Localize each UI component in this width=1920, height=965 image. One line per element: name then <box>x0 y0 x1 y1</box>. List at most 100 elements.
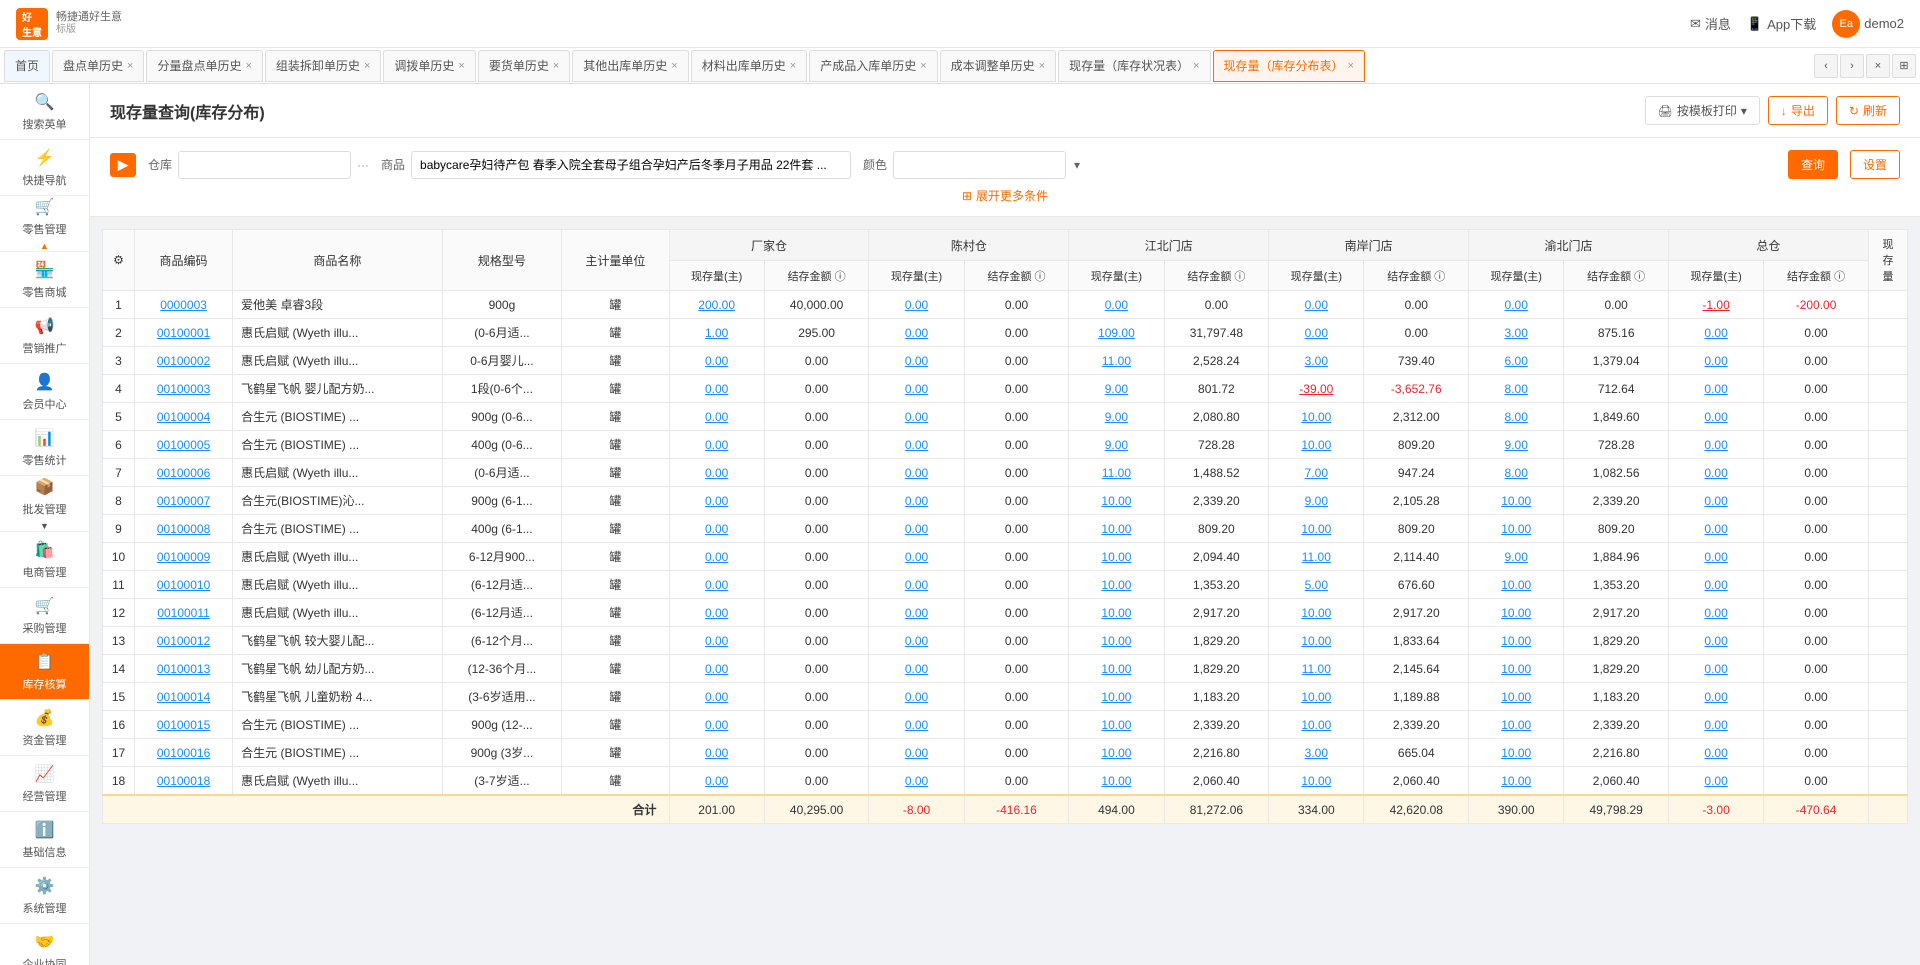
row-c-stock[interactable]: 0.00 <box>869 431 964 459</box>
th-settings[interactable]: ⚙ <box>103 230 135 291</box>
row-na-stock[interactable]: 10.00 <box>1269 403 1364 431</box>
row-f-stock[interactable]: 0.00 <box>669 431 764 459</box>
sidebar-item-wholesale[interactable]: 📦 批发管理 ▼ <box>0 476 89 532</box>
row-yb-stock[interactable]: 10.00 <box>1469 655 1564 683</box>
warehouse-more-icon[interactable]: ··· <box>357 158 369 172</box>
row-f-stock[interactable]: 0.00 <box>669 711 764 739</box>
row-c-stock[interactable]: 0.00 <box>869 375 964 403</box>
row-code[interactable]: 00100011 <box>135 599 233 627</box>
close-icon[interactable]: × <box>127 60 133 72</box>
row-yb-stock[interactable]: 10.00 <box>1469 599 1564 627</box>
sidebar-item-quicknav[interactable]: ⚡ 快捷导航 <box>0 140 89 196</box>
row-t-stock[interactable]: 0.00 <box>1668 487 1763 515</box>
tab-zuhe[interactable]: 组装拆卸单历史 × <box>265 50 381 82</box>
row-yb-stock[interactable]: 10.00 <box>1469 627 1564 655</box>
close-icon[interactable]: × <box>1348 60 1354 72</box>
row-f-stock[interactable]: 200.00 <box>669 291 764 319</box>
row-jb-stock[interactable]: 10.00 <box>1069 739 1164 767</box>
row-t-stock[interactable]: 0.00 <box>1668 711 1763 739</box>
row-code[interactable]: 00100012 <box>135 627 233 655</box>
row-c-stock[interactable]: 0.00 <box>869 767 964 796</box>
tab-current[interactable]: 现存量（库存分布表） × <box>1213 50 1365 82</box>
warehouse-input[interactable] <box>178 151 351 179</box>
row-f-stock[interactable]: 0.00 <box>669 543 764 571</box>
sidebar-item-retail-shop[interactable]: 🏪 零售商城 <box>0 252 89 308</box>
expand-filter-btn[interactable]: ▶ <box>110 153 136 177</box>
row-yb-stock[interactable]: 10.00 <box>1469 683 1564 711</box>
row-na-stock[interactable]: 11.00 <box>1269 655 1364 683</box>
sidebar-item-inventory[interactable]: 📋 库存核算 <box>0 644 89 700</box>
row-jb-stock[interactable]: 10.00 <box>1069 683 1164 711</box>
close-icon[interactable]: × <box>790 60 796 72</box>
row-code[interactable]: 00100009 <box>135 543 233 571</box>
sidebar-item-enterprise[interactable]: 🤝 企业协同 <box>0 924 89 965</box>
row-t-stock[interactable]: 0.00 <box>1668 571 1763 599</box>
row-jb-stock[interactable]: 10.00 <box>1069 627 1164 655</box>
row-code[interactable]: 00100006 <box>135 459 233 487</box>
row-t-stock[interactable]: 0.00 <box>1668 431 1763 459</box>
row-na-stock[interactable]: 10.00 <box>1269 683 1364 711</box>
row-code[interactable]: 00100001 <box>135 319 233 347</box>
row-f-stock[interactable]: 0.00 <box>669 767 764 796</box>
tab-cailiaochu[interactable]: 材料出库单历史 × <box>691 50 807 82</box>
row-f-stock[interactable]: 0.00 <box>669 487 764 515</box>
row-yb-stock[interactable]: 8.00 <box>1469 459 1564 487</box>
row-f-stock[interactable]: 1.00 <box>669 319 764 347</box>
row-t-stock[interactable]: 0.00 <box>1668 683 1763 711</box>
row-f-stock[interactable]: 0.00 <box>669 375 764 403</box>
row-yb-stock[interactable]: 9.00 <box>1469 431 1564 459</box>
row-c-stock[interactable]: 0.00 <box>869 599 964 627</box>
sidebar-item-finance[interactable]: 💰 资金管理 <box>0 700 89 756</box>
tab-qitachu[interactable]: 其他出库单历史 × <box>572 50 688 82</box>
row-t-stock[interactable]: 0.00 <box>1668 459 1763 487</box>
row-na-stock[interactable]: 11.00 <box>1269 543 1364 571</box>
tab-close-btn[interactable]: × <box>1866 54 1890 78</box>
row-c-stock[interactable]: 0.00 <box>869 711 964 739</box>
row-yb-stock[interactable]: 10.00 <box>1469 487 1564 515</box>
row-jb-stock[interactable]: 10.00 <box>1069 767 1164 796</box>
row-code[interactable]: 00100007 <box>135 487 233 515</box>
row-code[interactable]: 00100015 <box>135 711 233 739</box>
sidebar-item-member[interactable]: 👤 会员中心 <box>0 364 89 420</box>
row-c-stock[interactable]: 0.00 <box>869 683 964 711</box>
query-btn[interactable]: 查询 <box>1788 150 1838 179</box>
row-jb-stock[interactable]: 11.00 <box>1069 347 1164 375</box>
row-code[interactable]: 00100002 <box>135 347 233 375</box>
refresh-btn[interactable]: ↻ 刷新 <box>1836 96 1900 125</box>
row-na-stock[interactable]: 5.00 <box>1269 571 1364 599</box>
row-t-stock[interactable]: -1.00 <box>1668 291 1763 319</box>
row-c-stock[interactable]: 0.00 <box>869 655 964 683</box>
row-code[interactable]: 00100013 <box>135 655 233 683</box>
row-t-stock[interactable]: 0.00 <box>1668 543 1763 571</box>
close-icon[interactable]: × <box>553 60 559 72</box>
row-na-stock[interactable]: 10.00 <box>1269 711 1364 739</box>
sidebar-item-search[interactable]: 🔍 搜索英单 <box>0 84 89 140</box>
row-jb-stock[interactable]: 9.00 <box>1069 431 1164 459</box>
row-yb-stock[interactable]: 10.00 <box>1469 515 1564 543</box>
row-f-stock[interactable]: 0.00 <box>669 627 764 655</box>
row-c-stock[interactable]: 0.00 <box>869 347 964 375</box>
tab-kuangkuang[interactable]: 现存量（库存状况表） × <box>1058 50 1210 82</box>
close-icon[interactable]: × <box>920 60 926 72</box>
row-na-stock[interactable]: 7.00 <box>1269 459 1364 487</box>
row-na-stock[interactable]: 10.00 <box>1269 515 1364 543</box>
tab-expand-btn[interactable]: ⊞ <box>1892 54 1916 78</box>
row-f-stock[interactable]: 0.00 <box>669 739 764 767</box>
row-na-stock[interactable]: 9.00 <box>1269 487 1364 515</box>
row-t-stock[interactable]: 0.00 <box>1668 319 1763 347</box>
close-icon[interactable]: × <box>1039 60 1045 72</box>
row-code[interactable]: 00100003 <box>135 375 233 403</box>
settings-btn[interactable]: 设置 <box>1850 150 1900 179</box>
close-icon[interactable]: × <box>671 60 677 72</box>
row-jb-stock[interactable]: 0.00 <box>1069 291 1164 319</box>
row-f-stock[interactable]: 0.00 <box>669 347 764 375</box>
sidebar-item-system[interactable]: ⚙️ 系统管理 <box>0 868 89 924</box>
row-na-stock[interactable]: 3.00 <box>1269 739 1364 767</box>
row-code[interactable]: 00100010 <box>135 571 233 599</box>
row-c-stock[interactable]: 0.00 <box>869 627 964 655</box>
close-icon[interactable]: × <box>245 60 251 72</box>
tab-fenpan[interactable]: 分量盘点单历史 × <box>146 50 262 82</box>
row-t-stock[interactable]: 0.00 <box>1668 739 1763 767</box>
row-jb-stock[interactable]: 10.00 <box>1069 515 1164 543</box>
row-f-stock[interactable]: 0.00 <box>669 459 764 487</box>
